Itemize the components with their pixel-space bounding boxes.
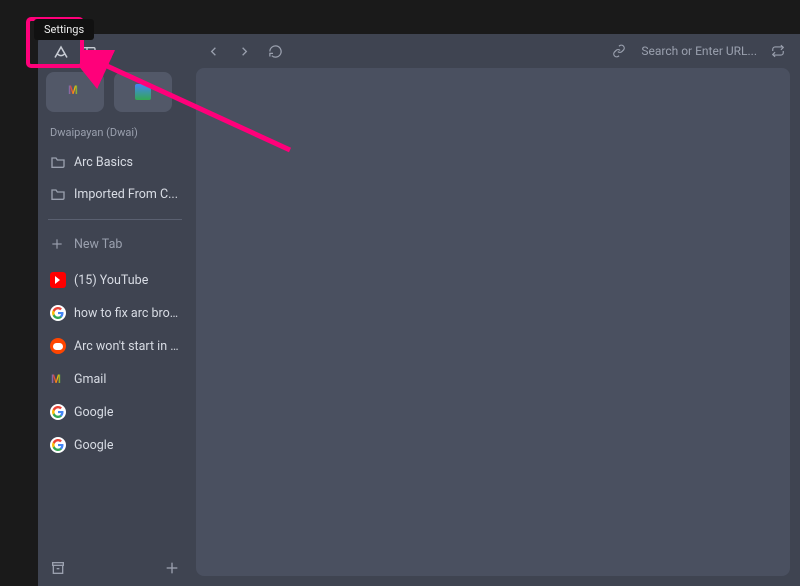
folder-label: Imported From C... bbox=[74, 187, 178, 202]
browser-window: Dwaipayan (Dwai) Arc Basics Imported Fro… bbox=[38, 34, 800, 586]
link-icon[interactable] bbox=[612, 44, 627, 59]
pinned-tiles bbox=[46, 72, 184, 112]
profile-name[interactable]: Dwaipayan (Dwai) bbox=[46, 126, 184, 139]
pinned-tile[interactable] bbox=[46, 72, 104, 112]
tab-label: Arc won't start in Wi... bbox=[74, 339, 180, 354]
sidebar-bottom bbox=[46, 556, 184, 578]
folder-label: Arc Basics bbox=[74, 155, 133, 170]
tab-label: Google bbox=[74, 405, 113, 420]
divider bbox=[48, 219, 182, 220]
settings-tooltip: Settings bbox=[34, 19, 94, 40]
main-area: Search or Enter URL... bbox=[192, 34, 800, 586]
gdoc-icon bbox=[135, 84, 151, 100]
forward-icon[interactable] bbox=[237, 44, 252, 59]
tab-item[interactable]: Arc won't start in Wi... bbox=[46, 330, 184, 362]
tab-item[interactable]: Gmail bbox=[46, 363, 184, 395]
tab-label: (15) YouTube bbox=[74, 273, 148, 288]
sidebar-top-icons bbox=[46, 40, 184, 66]
pinned-tile[interactable] bbox=[114, 72, 172, 112]
google-icon bbox=[50, 404, 66, 420]
archive-icon[interactable] bbox=[50, 560, 66, 576]
new-tab-label: New Tab bbox=[74, 237, 122, 252]
folder-icon bbox=[50, 154, 66, 170]
sync-icon[interactable] bbox=[771, 44, 786, 59]
url-bar[interactable]: Search or Enter URL... bbox=[641, 44, 757, 58]
google-icon bbox=[50, 305, 66, 321]
gmail-icon bbox=[67, 84, 83, 100]
folder-list: Arc Basics Imported From C... bbox=[46, 147, 184, 209]
page-content bbox=[196, 68, 790, 576]
back-icon[interactable] bbox=[206, 44, 221, 59]
reload-icon[interactable] bbox=[268, 44, 283, 59]
nav-controls bbox=[206, 44, 283, 59]
arc-menu-icon[interactable] bbox=[52, 44, 70, 62]
new-tab-button[interactable]: New Tab bbox=[46, 230, 184, 258]
tab-item[interactable]: (15) YouTube bbox=[46, 264, 184, 296]
tab-label: how to fix arc brows... bbox=[74, 306, 180, 321]
youtube-icon bbox=[50, 272, 66, 288]
gmail-icon bbox=[50, 371, 66, 387]
reddit-icon bbox=[50, 338, 66, 354]
tab-item[interactable]: how to fix arc brows... bbox=[46, 297, 184, 329]
folder-item[interactable]: Arc Basics bbox=[46, 147, 184, 177]
tab-label: Google bbox=[74, 438, 113, 453]
tab-item[interactable]: Google bbox=[46, 429, 184, 461]
tab-label: Gmail bbox=[74, 372, 106, 387]
tab-item[interactable]: Google bbox=[46, 396, 184, 428]
sidebar: Dwaipayan (Dwai) Arc Basics Imported Fro… bbox=[38, 34, 192, 586]
tab-list: (15) YouTube how to fix arc brows... Arc… bbox=[46, 264, 184, 461]
plus-icon bbox=[50, 237, 64, 251]
folder-item[interactable]: Imported From C... bbox=[46, 179, 184, 209]
sidebar-toggle-icon[interactable] bbox=[80, 44, 98, 62]
toolbar: Search or Enter URL... bbox=[192, 34, 800, 68]
folder-icon bbox=[50, 186, 66, 202]
new-tab-bottom-icon[interactable] bbox=[164, 560, 180, 576]
google-icon bbox=[50, 437, 66, 453]
